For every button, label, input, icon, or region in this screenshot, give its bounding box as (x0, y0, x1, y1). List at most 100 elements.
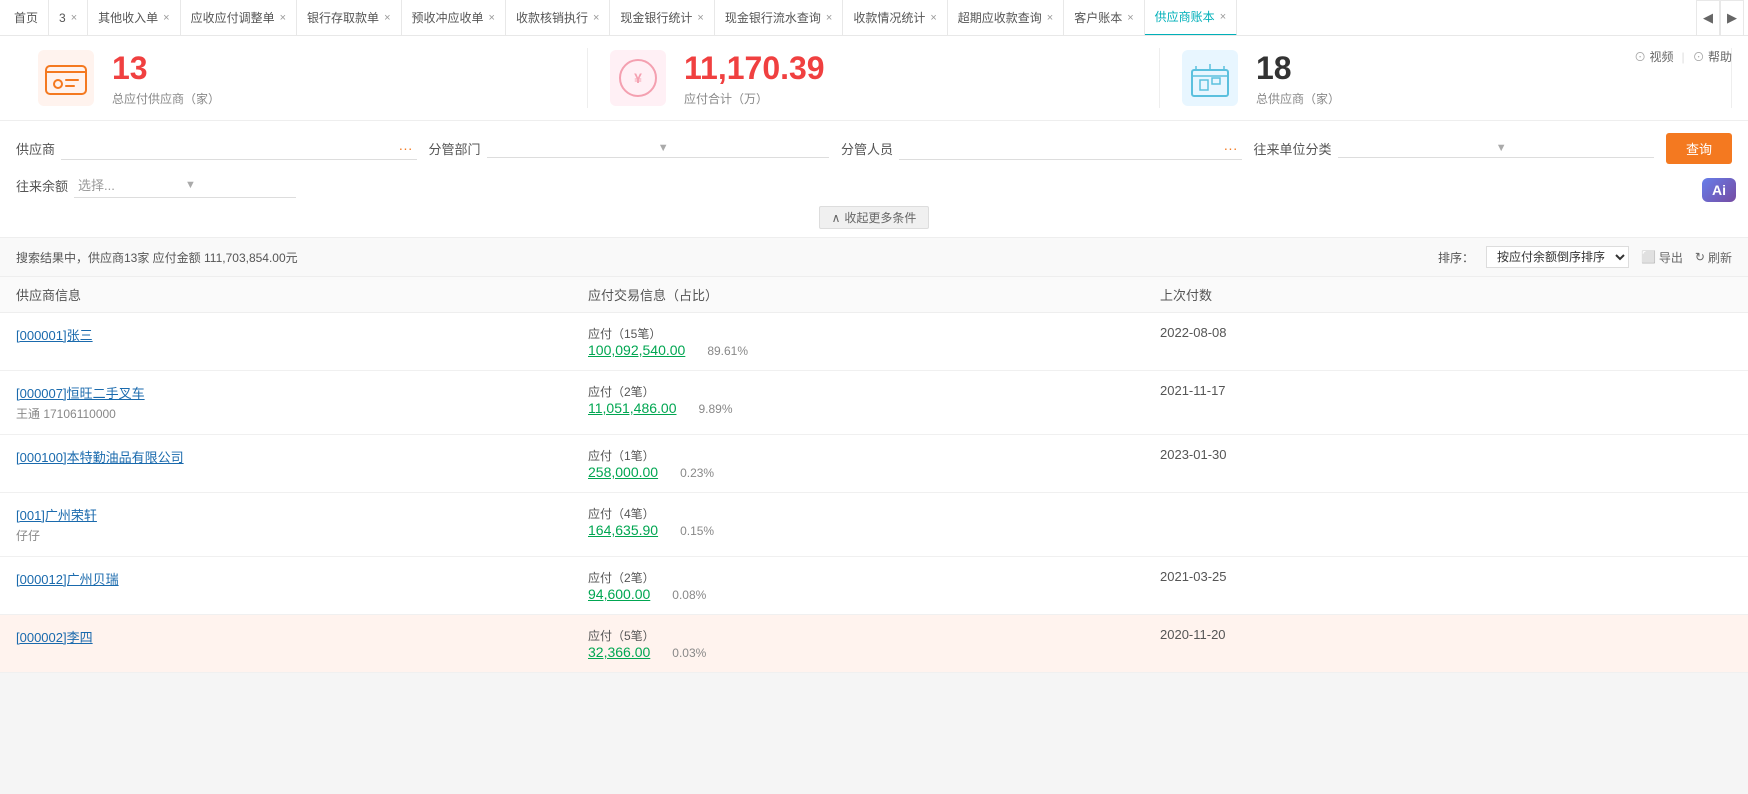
supplier-dots-btn[interactable]: ··· (399, 140, 413, 156)
payable-amount-1[interactable]: 11,051,486.00 (588, 400, 677, 416)
stat-content-payable-total: 11,170.39 应付合计（万） (684, 49, 825, 106)
nav-arrow-right[interactable]: ▶ (1720, 0, 1744, 36)
close-tab-cash-stat[interactable]: × (697, 12, 703, 24)
total-suppliers-number: 18 (1256, 49, 1340, 87)
nav-tab-cash-stat[interactable]: 现金银行统计 × (610, 0, 714, 36)
payable-amount-0[interactable]: 100,092,540.00 (588, 342, 685, 358)
balance-select-value: 选择... (78, 175, 185, 194)
col-header-payable: 应付交易信息（占比） (588, 285, 1160, 304)
balance-chevron-icon: ▼ (185, 179, 292, 191)
payable-suppliers-icon (36, 48, 96, 108)
supplier-link-1[interactable]: [000007]恒旺二手叉车 (16, 383, 588, 402)
payable-pct-1: 9.89% (699, 402, 733, 416)
stat-block-payable-total: ¥ 11,170.39 应付合计（万） (588, 48, 1160, 108)
sort-select[interactable]: 按应付余额倒序排序 (1486, 246, 1629, 268)
filter-supplier: 供应商 ··· (16, 137, 417, 160)
payable-info-4: 应付（2笔） 94,600.00 0.08% (588, 569, 1160, 602)
filter-unit-class: 往来单位分类 ▼ (1254, 139, 1655, 158)
supplier-link-0[interactable]: [000001]张三 (16, 325, 588, 344)
nav-tab-recv-stat[interactable]: 收款情况统计 × (843, 0, 947, 36)
close-tab-recv-audit[interactable]: × (593, 12, 599, 24)
supplier-info-1: [000007]恒旺二手叉车 王通 17106110000 (16, 383, 588, 422)
person-dots-btn[interactable]: ··· (1224, 140, 1238, 156)
payable-amount-5[interactable]: 32,366.00 (588, 644, 650, 660)
unit-class-select[interactable]: ▼ (1338, 139, 1654, 158)
unit-class-label: 往来单位分类 (1254, 139, 1332, 158)
supplier-info-5: [000002]李四 (16, 627, 588, 646)
payable-pct-4: 0.08% (672, 588, 706, 602)
payable-suppliers-number: 13 (112, 49, 220, 87)
nav-tab-customer-acct[interactable]: 客户账本 × (1064, 0, 1144, 36)
payable-amount-2[interactable]: 258,000.00 (588, 464, 658, 480)
filter-area: 供应商 ··· 分管部门 ▼ 分管人员 ··· 往来单位分类 ▼ (0, 121, 1748, 238)
close-tab-other-income[interactable]: × (163, 12, 169, 24)
last-pay-5: 2020-11-20 (1160, 627, 1732, 642)
total-suppliers-label: 总供应商（家） (1256, 90, 1340, 107)
last-pay-2: 2023-01-30 (1160, 447, 1732, 462)
supplier-link-2[interactable]: [000100]本特勤油品有限公司 (16, 447, 588, 466)
refresh-button[interactable]: ↻ 刷新 (1695, 249, 1732, 266)
supplier-link-4[interactable]: [000012]广州贝瑞 (16, 569, 588, 588)
sort-label: 排序： (1438, 249, 1474, 266)
close-tab-ar-adjust[interactable]: × (280, 12, 286, 24)
close-tab-customer-acct[interactable]: × (1127, 12, 1133, 24)
collapse-button[interactable]: ∧ 收起更多条件 (819, 206, 930, 229)
nav-tab-bank-deposit[interactable]: 银行存取款单 × (297, 0, 401, 36)
payable-label-0: 应付（15笔） (588, 325, 1160, 342)
supplier-link-5[interactable]: [000002]李四 (16, 627, 588, 646)
nav-tab-cash-flow[interactable]: 现金银行流水查询 × (715, 0, 843, 36)
nav-arrow-left[interactable]: ◀ (1696, 0, 1720, 36)
payable-amount-row-0: 100,092,540.00 89.61% (588, 342, 1160, 358)
payable-amount-3[interactable]: 164,635.90 (588, 522, 658, 538)
nav-tab-advance-recv[interactable]: 预收冲应收单 × (402, 0, 506, 36)
help-link[interactable]: ⊙ 帮助 (1693, 48, 1732, 65)
nav-tab-supplier-acct[interactable]: 供应商账本 × (1145, 0, 1237, 36)
collapse-chevron-icon: ∧ (832, 211, 841, 225)
stats-header: 13 总应付供应商（家） ¥ 11,170.39 应付合计（万） (0, 36, 1748, 121)
payable-amount-4[interactable]: 94,600.00 (588, 586, 650, 602)
supplier-input-wrap: ··· (61, 137, 416, 160)
supplier-info-3: [001]广州荣轩 仔仔 (16, 505, 588, 544)
result-summary: 搜索结果中，供应商13家 应付金额 111,703,854.00元 (16, 249, 298, 266)
close-tab-supplier-acct[interactable]: × (1220, 11, 1226, 23)
close-tab-advance-recv[interactable]: × (489, 12, 495, 24)
supplier-info-0: [000001]张三 (16, 325, 588, 344)
close-tab-recv-stat[interactable]: × (930, 12, 936, 24)
nav-tab-overdue-query[interactable]: 超期应收款查询 × (948, 0, 1064, 36)
table-row: [001]广州荣轩 仔仔 应付（4笔） 164,635.90 0.15% (0, 493, 1748, 557)
nav-tab-3[interactable]: 3 × (49, 0, 88, 36)
nav-tab-ar-adjust[interactable]: 应收应付调整单 × (181, 0, 297, 36)
filter-balance: 往来余额 选择... ▼ (16, 172, 296, 198)
dept-select[interactable]: ▼ (487, 139, 829, 158)
stat-block-payable-suppliers: 13 总应付供应商（家） (16, 48, 588, 108)
supplier-sub-1: 王通 17106110000 (16, 405, 588, 422)
payable-total-number: 11,170.39 (684, 49, 825, 87)
export-button[interactable]: ⬜ 导出 (1641, 249, 1683, 266)
query-button[interactable]: 查询 (1666, 133, 1732, 164)
payable-label-5: 应付（5笔） (588, 627, 1160, 644)
nav-tab-other-income[interactable]: 其他收入单 × (88, 0, 180, 36)
payable-label-2: 应付（1笔） (588, 447, 1160, 464)
supplier-link-3[interactable]: [001]广州荣轩 (16, 505, 588, 524)
payable-amount-row-4: 94,600.00 0.08% (588, 586, 1160, 602)
nav-arrows: ◀ ▶ (1696, 0, 1744, 36)
video-link[interactable]: ⊙ 视频 (1634, 48, 1673, 65)
supplier-input[interactable] (65, 141, 398, 156)
col-header-lastpay: 上次付数 (1160, 285, 1732, 304)
last-pay-0: 2022-08-08 (1160, 325, 1732, 340)
close-tab-bank-deposit[interactable]: × (384, 12, 390, 24)
close-tab-3[interactable]: × (71, 12, 77, 24)
close-tab-overdue-query[interactable]: × (1047, 12, 1053, 24)
balance-select[interactable]: 选择... ▼ (74, 172, 296, 198)
person-input[interactable] (903, 141, 1223, 156)
payable-pct-3: 0.15% (680, 524, 714, 538)
payable-info-0: 应付（15笔） 100,092,540.00 89.61% (588, 325, 1160, 358)
close-tab-cash-flow[interactable]: × (826, 12, 832, 24)
dept-filter-label: 分管部门 (429, 139, 481, 158)
nav-tab-home[interactable]: 首页 (4, 0, 49, 36)
stat-content-total-suppliers: 18 总供应商（家） (1256, 49, 1340, 106)
top-navigation: 首页 3 × 其他收入单 × 应收应付调整单 × 银行存取款单 × 预收冲应收单… (0, 0, 1748, 36)
supplier-filter-label: 供应商 (16, 139, 55, 158)
nav-tab-recv-audit[interactable]: 收款核销执行 × (506, 0, 610, 36)
ai-badge[interactable]: Ai (1702, 178, 1736, 202)
